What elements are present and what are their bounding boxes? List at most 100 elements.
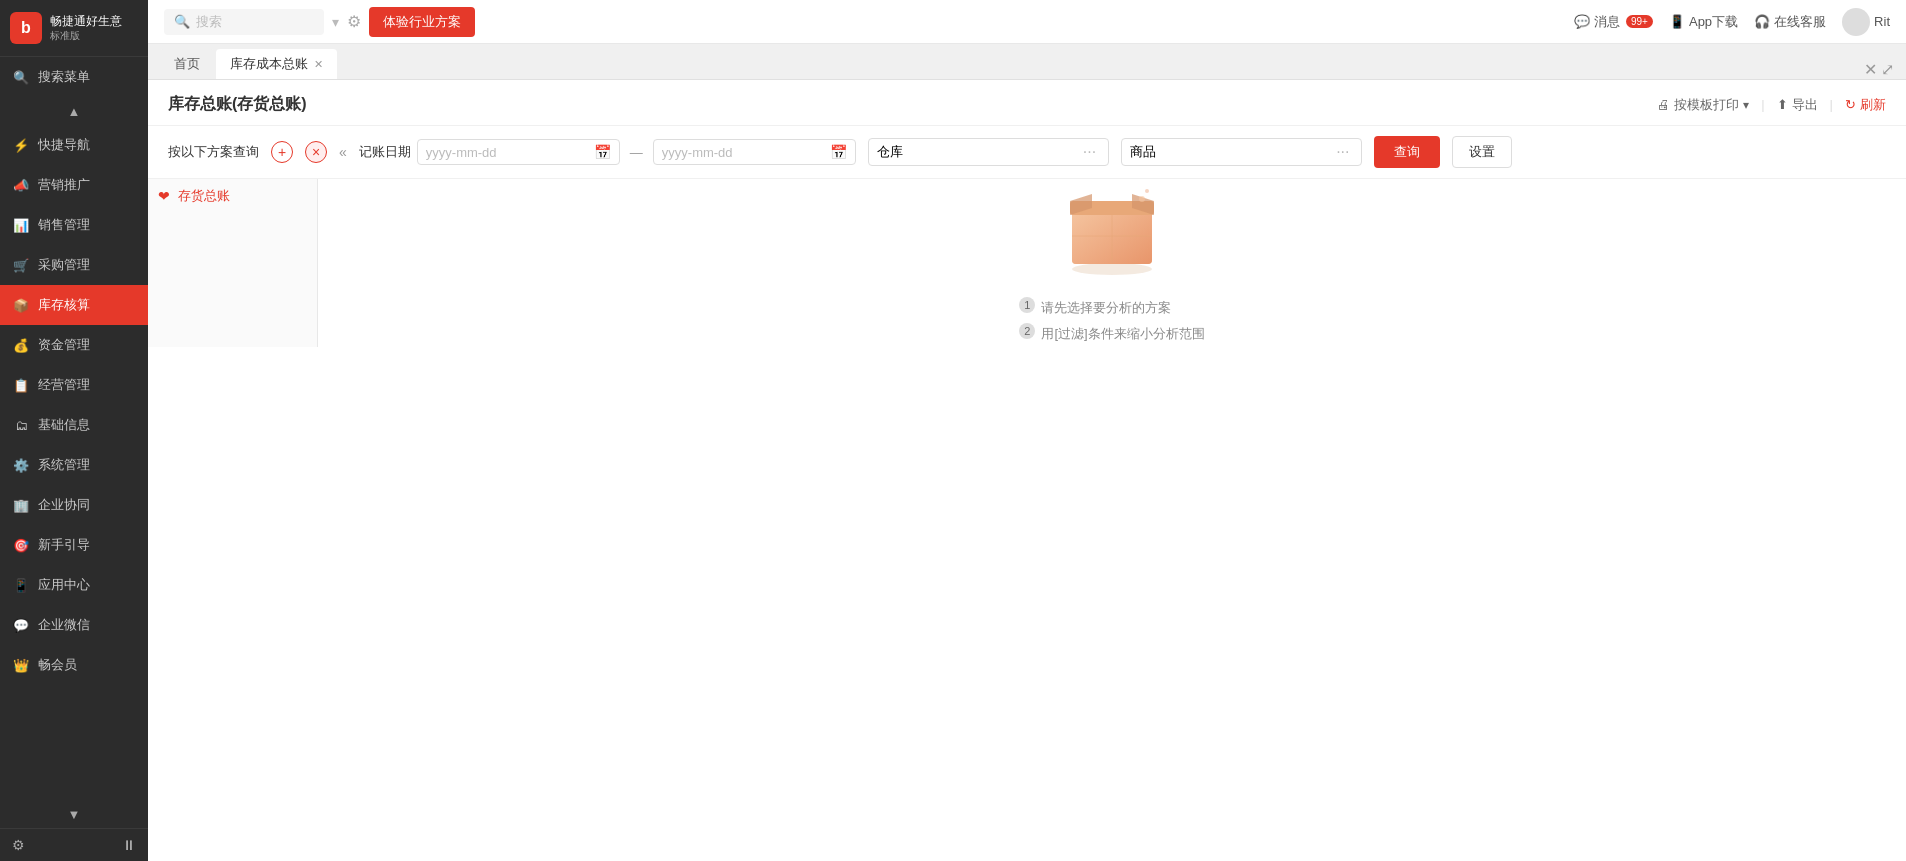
app-download-btn[interactable]: 📱 App下载 (1669, 13, 1738, 31)
footer-audio-btn[interactable]: ⏸ (122, 837, 136, 853)
topbar-settings-icon[interactable]: ⚙ (347, 12, 361, 31)
date-from-input[interactable] (426, 145, 594, 160)
basic-icon: 🗂 (12, 416, 30, 434)
warehouse-more-icon[interactable]: ··· (1079, 143, 1100, 161)
page-title: 库存总账(存货总账) (168, 94, 307, 115)
industry-btn[interactable]: 体验行业方案 (369, 7, 475, 37)
sidebar-item-finance[interactable]: 💰 资金管理 (0, 325, 148, 365)
refresh-btn[interactable]: ↻ 刷新 (1845, 96, 1886, 114)
export-btn[interactable]: ⬆ 导出 (1777, 96, 1818, 114)
filter-collapse-btn[interactable]: « (339, 144, 347, 160)
empty-illustration (1052, 179, 1172, 279)
sidebar-item-wechat[interactable]: 💬 企业微信 (0, 605, 148, 645)
filter-close-btn[interactable]: × (305, 141, 327, 163)
calendar-from-icon[interactable]: 📅 (594, 144, 611, 160)
sidebar-item-enterprise[interactable]: 🏢 企业协同 (0, 485, 148, 525)
sidebar-footer: ⚙ ⏸ (0, 828, 148, 861)
filter-add-btn[interactable]: + (271, 141, 293, 163)
query-btn[interactable]: 查询 (1374, 136, 1440, 168)
product-input[interactable] (1160, 145, 1328, 160)
sidebar: b 畅捷通好生意 标准版 🔍 搜索菜单 ▲ ⚡ 快捷导航 📣 营销推广 📊 销售… (0, 0, 148, 861)
sidebar-search[interactable]: 🔍 搜索菜单 (0, 57, 148, 97)
empty-svg (1052, 179, 1172, 279)
svg-point-0 (1072, 263, 1152, 275)
enterprise-icon: 🏢 (12, 496, 30, 514)
scheme-heart-icon: ❤ (158, 188, 170, 204)
empty-tip-2: 2 用[过滤]条件来缩小分析范围 (1019, 321, 1204, 347)
settings-btn[interactable]: 设置 (1452, 136, 1512, 168)
empty-tips: 1 请先选择要分析的方案 2 用[过滤]条件来缩小分析范围 (1019, 295, 1204, 347)
topbar-dropdown-icon[interactable]: ▾ (332, 14, 339, 30)
tabbar-expand-icon[interactable]: ⤢ (1881, 60, 1894, 79)
date-separator: — (626, 145, 647, 160)
svg-point-7 (1145, 189, 1149, 193)
svg-point-6 (1139, 196, 1145, 202)
footer-settings-btn[interactable]: ⚙ (12, 837, 25, 853)
sidebar-item-marketing[interactable]: 📣 营销推广 (0, 165, 148, 205)
sidebar-item-shortcut[interactable]: ⚡ 快捷导航 (0, 125, 148, 165)
sidebar-item-member[interactable]: 👑 畅会员 (0, 645, 148, 685)
sidebar-item-sales[interactable]: 📊 销售管理 (0, 205, 148, 245)
page-area: 库存总账(存货总账) 🖨 按模板打印 ▾ | ⬆ 导出 | ↻ 刷新 (148, 80, 1906, 861)
app-logo: b (10, 12, 42, 44)
calendar-to-icon[interactable]: 📅 (830, 144, 847, 160)
date-to-input[interactable] (662, 145, 830, 160)
empty-tip-1: 1 请先选择要分析的方案 (1019, 295, 1204, 321)
topbar: 🔍 搜索 ▾ ⚙ 体验行业方案 💬 消息 99+ 📱 App下载 🎧 在线客服 (148, 0, 1906, 44)
online-service-btn[interactable]: 🎧 在线客服 (1754, 13, 1826, 31)
tab-home[interactable]: 首页 (160, 49, 214, 79)
topbar-search[interactable]: 🔍 搜索 (164, 9, 324, 35)
product-label: 商品 (1130, 143, 1156, 161)
date-to-input-wrap[interactable]: 📅 (653, 139, 856, 165)
scheme-panel: ❤ 存货总账 (148, 179, 318, 347)
message-icon: 💬 (1574, 14, 1590, 29)
member-icon: 👑 (12, 656, 30, 674)
sidebar-item-appstore[interactable]: 📱 应用中心 (0, 565, 148, 605)
wechat-icon: 💬 (12, 616, 30, 634)
filter-warehouse-group[interactable]: 仓库 ··· (868, 138, 1109, 166)
inventory-icon: 📦 (12, 296, 30, 314)
search-icon: 🔍 (12, 68, 30, 86)
page-header-right: 🖨 按模板打印 ▾ | ⬆ 导出 | ↻ 刷新 (1657, 96, 1886, 114)
scheme-item-inventory-ledger[interactable]: ❤ 存货总账 (148, 179, 317, 213)
sidebar-item-operation[interactable]: 📋 经营管理 (0, 365, 148, 405)
message-btn[interactable]: 💬 消息 99+ (1574, 13, 1653, 31)
user-avatar[interactable]: Rit (1842, 8, 1890, 36)
avatar-img (1842, 8, 1870, 36)
purchase-icon: 🛒 (12, 256, 30, 274)
sidebar-item-newbie[interactable]: 🎯 新手引导 (0, 525, 148, 565)
finance-icon: 💰 (12, 336, 30, 354)
sales-icon: 📊 (12, 216, 30, 234)
date-from-input-wrap[interactable]: 📅 (417, 139, 620, 165)
search-icon: 🔍 (174, 14, 190, 29)
sidebar-header: b 畅捷通好生意 标准版 (0, 0, 148, 57)
filter-bar: 按以下方案查询 + × « 记账日期 📅 — 📅 仓库 ··· (148, 126, 1906, 179)
empty-state: 1 请先选择要分析的方案 2 用[过滤]条件来缩小分析范围 (1019, 179, 1204, 347)
scroll-up-btn[interactable]: ▲ (0, 97, 148, 125)
topbar-right: 💬 消息 99+ 📱 App下载 🎧 在线客服 Rit (1574, 8, 1890, 36)
tab-inventory-cost[interactable]: 库存成本总账 ✕ (216, 49, 337, 79)
warehouse-input[interactable] (907, 145, 1075, 160)
tabbar-close-icon[interactable]: ✕ (1864, 60, 1877, 79)
refresh-icon: ↻ (1845, 97, 1856, 112)
operation-icon: 📋 (12, 376, 30, 394)
print-template-btn[interactable]: 🖨 按模板打印 ▾ (1657, 96, 1749, 114)
message-badge: 99+ (1626, 15, 1653, 28)
appstore-icon: 📱 (12, 576, 30, 594)
sidebar-item-basic[interactable]: 🗂 基础信息 (0, 405, 148, 445)
date-label: 记账日期 (359, 143, 411, 161)
shortcut-icon: ⚡ (12, 136, 30, 154)
sidebar-item-system[interactable]: ⚙️ 系统管理 (0, 445, 148, 485)
sidebar-item-inventory[interactable]: 📦 库存核算 (0, 285, 148, 325)
sidebar-item-purchase[interactable]: 🛒 采购管理 (0, 245, 148, 285)
export-icon: ⬆ (1777, 97, 1788, 112)
print-dropdown-icon[interactable]: ▾ (1743, 98, 1749, 112)
print-icon: 🖨 (1657, 97, 1670, 112)
tab-close-btn[interactable]: ✕ (314, 58, 323, 71)
topbar-left: 🔍 搜索 ▾ ⚙ 体验行业方案 (164, 7, 475, 37)
scroll-down-btn[interactable]: ▼ (0, 800, 148, 828)
filter-product-group[interactable]: 商品 ··· (1121, 138, 1362, 166)
product-more-icon[interactable]: ··· (1332, 143, 1353, 161)
content-panel: 1 请先选择要分析的方案 2 用[过滤]条件来缩小分析范围 (318, 179, 1906, 347)
download-icon: 📱 (1669, 14, 1685, 29)
